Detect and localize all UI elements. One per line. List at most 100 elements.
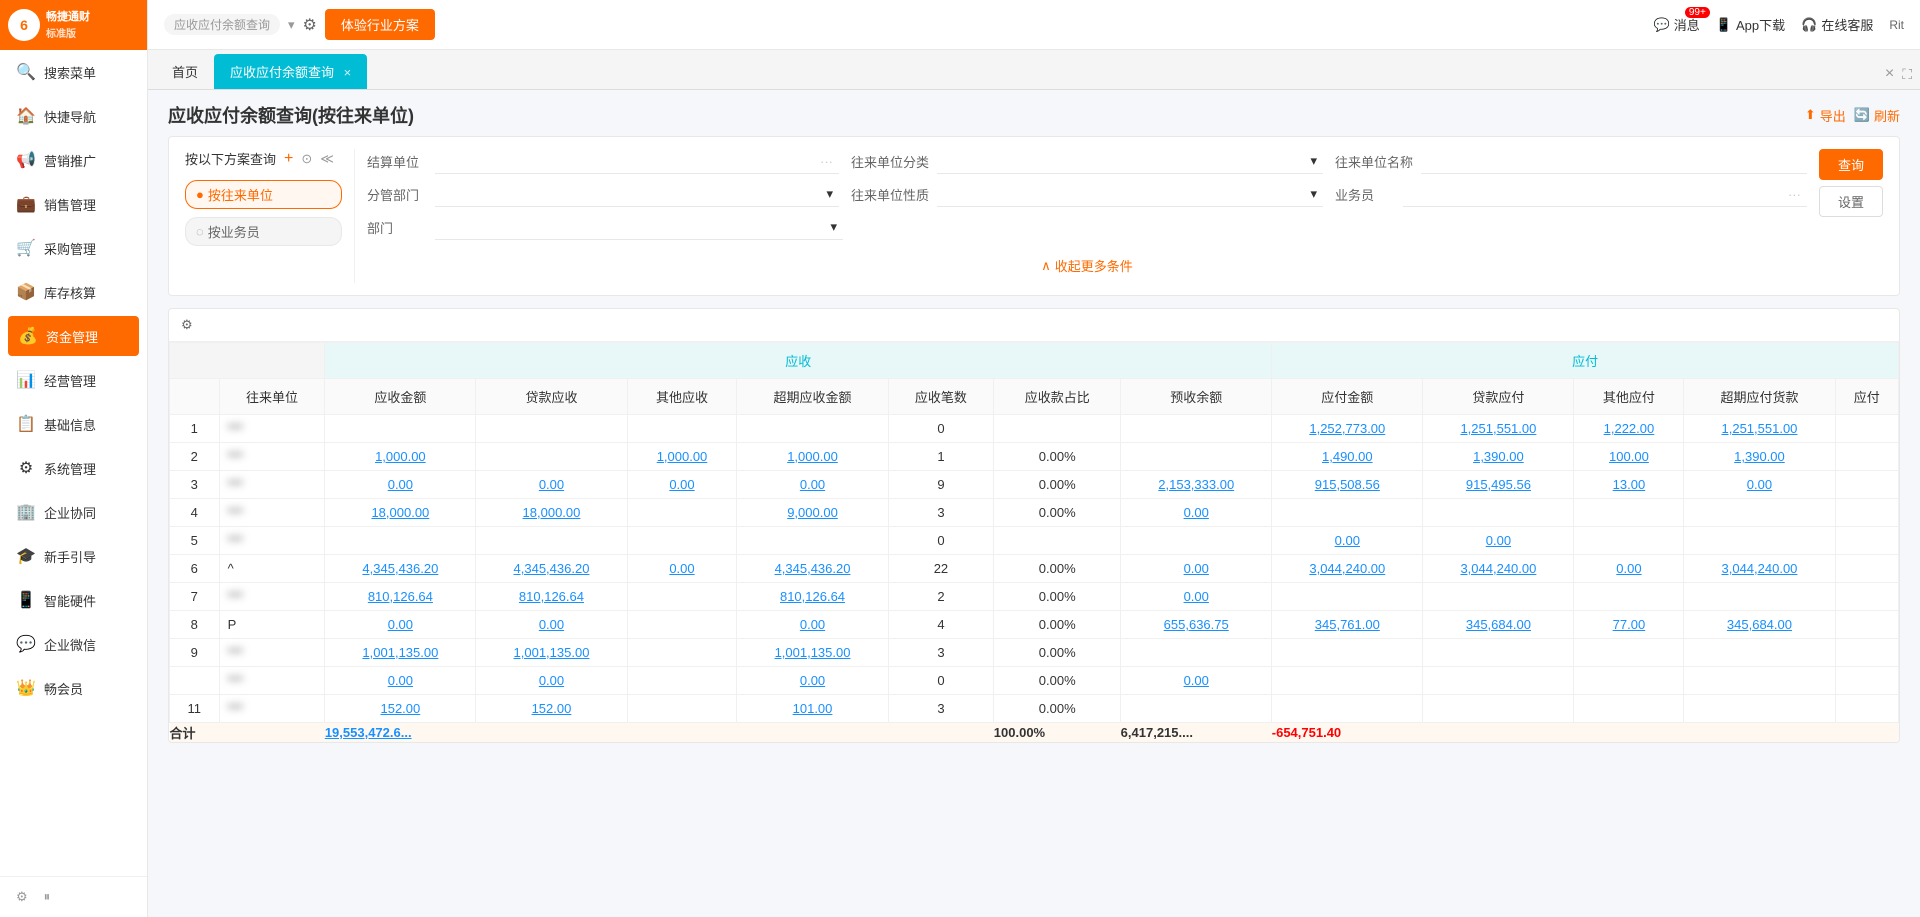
table-cell[interactable]: 0.00 <box>1272 527 1423 555</box>
table-cell[interactable]: 1,001,135.00 <box>476 639 627 667</box>
sidebar-item-guide[interactable]: 🎓新手引导 <box>0 534 147 578</box>
table-cell[interactable]: 13.00 <box>1574 471 1684 499</box>
table-cell[interactable] <box>627 667 737 695</box>
table-cell[interactable] <box>1272 499 1423 527</box>
table-cell[interactable] <box>1272 695 1423 723</box>
table-cell[interactable]: 915,508.56 <box>1272 471 1423 499</box>
table-cell[interactable] <box>325 527 476 555</box>
collapse-button[interactable]: ∧ 收起更多条件 <box>367 248 1807 283</box>
table-cell[interactable]: 810,126.64 <box>325 583 476 611</box>
table-cell[interactable] <box>627 527 737 555</box>
sidebar-item-hardware[interactable]: 📱智能硬件 <box>0 578 147 622</box>
table-cell[interactable] <box>1423 499 1574 527</box>
sidebar-item-search[interactable]: 🔍搜索菜单 <box>0 50 147 94</box>
table-cell[interactable]: 0.00 <box>1121 583 1272 611</box>
table-cell[interactable]: 0.00 <box>1684 471 1835 499</box>
table-cell[interactable] <box>476 527 627 555</box>
table-cell[interactable]: 345,684.00 <box>1684 611 1835 639</box>
table-cell[interactable] <box>1684 527 1835 555</box>
table-cell[interactable] <box>627 583 737 611</box>
table-cell[interactable]: 0.00 <box>1121 667 1272 695</box>
dept-manager-select[interactable]: ▾ <box>435 182 839 207</box>
table-cell[interactable]: 0.00 <box>627 555 737 583</box>
table-cell[interactable]: 0.00 <box>627 471 737 499</box>
export-button[interactable]: ⬆ 导出 <box>1805 106 1846 125</box>
table-cell[interactable]: 3,044,240.00 <box>1684 555 1835 583</box>
table-cell[interactable]: 152.00 <box>325 695 476 723</box>
app-download-button[interactable]: 📱 App下载 <box>1716 15 1785 34</box>
setting-button[interactable]: 设置 <box>1819 186 1883 217</box>
salesman-dots[interactable]: ··· <box>1788 187 1801 202</box>
settings-scheme-icon[interactable]: ⊙ <box>301 151 312 167</box>
table-cell[interactable]: 0.00 <box>737 471 888 499</box>
table-cell[interactable] <box>627 415 737 443</box>
table-cell[interactable] <box>1423 639 1574 667</box>
table-cell[interactable]: 18,000.00 <box>476 499 627 527</box>
table-cell[interactable] <box>1121 639 1272 667</box>
table-cell[interactable]: 1,001,135.00 <box>737 639 888 667</box>
table-cell[interactable]: 345,761.00 <box>1272 611 1423 639</box>
table-cell[interactable] <box>737 415 888 443</box>
settings-icon[interactable]: ⚙ <box>303 15 317 35</box>
table-cell[interactable] <box>1272 667 1423 695</box>
table-cell[interactable]: 152.00 <box>476 695 627 723</box>
sidebar-item-basic[interactable]: 📋基础信息 <box>0 402 147 446</box>
table-cell[interactable]: 0.00 <box>1574 555 1684 583</box>
scheme-by-vendor[interactable]: ● 按往来单位 <box>185 180 342 209</box>
add-scheme-icon[interactable]: + <box>284 150 293 168</box>
table-cell[interactable] <box>1121 443 1272 471</box>
sidebar-item-operations[interactable]: 📊经营管理 <box>0 358 147 402</box>
table-cell[interactable]: 0.00 <box>1121 555 1272 583</box>
sidebar-item-member[interactable]: 👑畅会员 <box>0 666 147 710</box>
table-cell[interactable] <box>1574 639 1684 667</box>
table-cell[interactable]: 1,251,551.00 <box>1684 415 1835 443</box>
table-cell[interactable]: 1,252,773.00 <box>1272 415 1423 443</box>
table-cell[interactable]: 655,636.75 <box>1121 611 1272 639</box>
table-cell[interactable]: 1,390.00 <box>1684 443 1835 471</box>
table-cell[interactable] <box>1121 695 1272 723</box>
table-cell[interactable] <box>1272 583 1423 611</box>
table-cell[interactable] <box>1121 527 1272 555</box>
table-cell[interactable]: 1,000.00 <box>627 443 737 471</box>
table-cell[interactable] <box>1574 695 1684 723</box>
sidebar-item-inventory[interactable]: 📦库存核算 <box>0 270 147 314</box>
dept-select[interactable]: ▾ <box>435 215 843 240</box>
table-cell[interactable]: 0.00 <box>1423 527 1574 555</box>
table-cell[interactable] <box>1121 415 1272 443</box>
table-cell[interactable] <box>1574 583 1684 611</box>
table-cell[interactable] <box>627 499 737 527</box>
table-cell[interactable]: 3,044,240.00 <box>1423 555 1574 583</box>
table-cell[interactable] <box>476 443 627 471</box>
table-cell[interactable]: 77.00 <box>1574 611 1684 639</box>
sidebar-item-capital[interactable]: 💰资金管理 <box>8 316 139 356</box>
table-cell[interactable]: 1,001,135.00 <box>325 639 476 667</box>
settlement-unit-dots[interactable]: ··· <box>820 154 833 169</box>
table-cell[interactable]: 2,153,333.00 <box>1121 471 1272 499</box>
sidebar-item-marketing[interactable]: 📢营销推广 <box>0 138 147 182</box>
gear-icon[interactable]: ⚙ <box>16 889 28 905</box>
table-cell[interactable]: 0.00 <box>325 611 476 639</box>
table-cell[interactable]: 1,222.00 <box>1574 415 1684 443</box>
column-settings-icon[interactable]: ⚙ <box>181 317 193 333</box>
table-cell[interactable]: 0.00 <box>737 667 888 695</box>
table-cell[interactable]: 0.00 <box>325 471 476 499</box>
table-cell[interactable]: 0.00 <box>476 611 627 639</box>
scheme-by-salesman[interactable]: ◌ 按业务员 <box>185 217 342 246</box>
table-cell[interactable]: 1,000.00 <box>325 443 476 471</box>
sidebar-item-wechat[interactable]: 💬企业微信 <box>0 622 147 666</box>
table-cell[interactable] <box>627 639 737 667</box>
table-cell[interactable] <box>737 527 888 555</box>
table-cell[interactable]: 4,345,436.20 <box>325 555 476 583</box>
sidebar-item-sales[interactable]: 💼销售管理 <box>0 182 147 226</box>
sidebar-item-corp[interactable]: 🏢企业协同 <box>0 490 147 534</box>
table-cell[interactable] <box>1684 695 1835 723</box>
table-cell[interactable]: 345,684.00 <box>1423 611 1574 639</box>
tab-close-icon[interactable]: × <box>344 65 352 80</box>
table-cell[interactable] <box>1684 667 1835 695</box>
vendor-category-select[interactable]: ▾ <box>937 149 1323 174</box>
query-button[interactable]: 查询 <box>1819 149 1883 180</box>
table-cell[interactable] <box>1423 583 1574 611</box>
table-cell[interactable] <box>1684 583 1835 611</box>
table-cell[interactable]: 1,000.00 <box>737 443 888 471</box>
table-cell[interactable]: 4,345,436.20 <box>476 555 627 583</box>
